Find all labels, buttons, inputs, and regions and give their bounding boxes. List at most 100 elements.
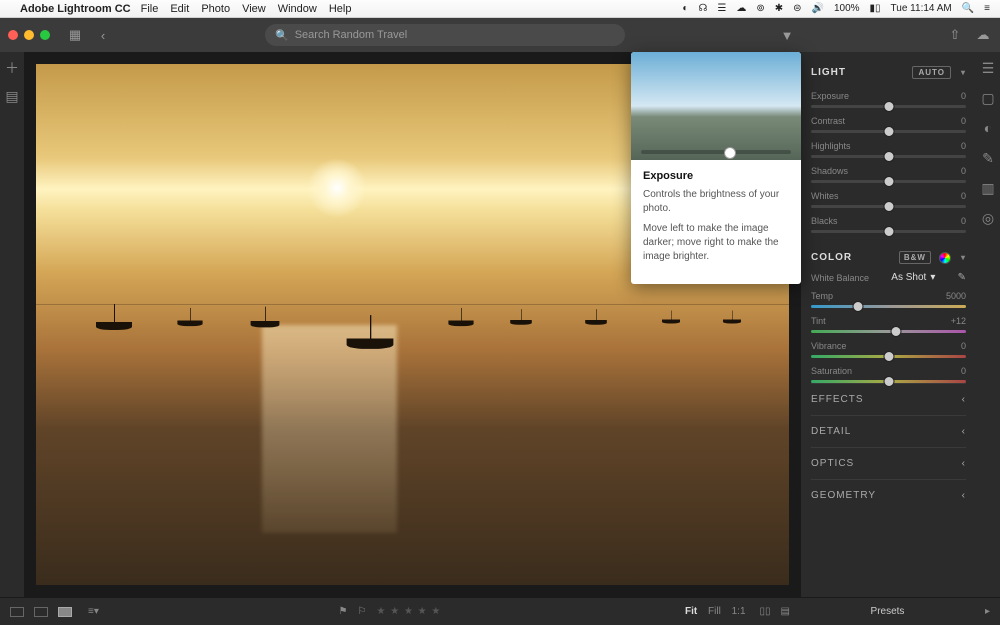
menu-file[interactable]: File xyxy=(141,3,159,15)
menu-view[interactable]: View xyxy=(242,3,266,15)
search-input[interactable]: 🔍 Search Random Travel xyxy=(265,24,625,46)
maximize-window[interactable] xyxy=(40,30,50,40)
notifications-icon[interactable]: ≡ xyxy=(984,3,990,14)
slider-value: +12 xyxy=(951,316,966,326)
eyedropper-icon[interactable]: ✎ xyxy=(958,272,966,283)
minimize-window[interactable] xyxy=(24,30,34,40)
section-optics[interactable]: OPTICS‹ xyxy=(811,447,966,479)
slider-label: Temp xyxy=(811,291,833,301)
section-color[interactable]: COLOR B&W ▾ xyxy=(811,245,966,268)
help-popover: Exposure Controls the brightness of your… xyxy=(631,52,801,284)
photo-canvas[interactable]: Exposure Controls the brightness of your… xyxy=(24,52,801,597)
section-label: COLOR xyxy=(811,252,852,263)
presets-button[interactable]: Presets xyxy=(800,606,975,617)
window-controls[interactable] xyxy=(8,30,50,40)
status-icon: ⊚ xyxy=(756,3,764,14)
light-whites-slider[interactable] xyxy=(811,205,966,208)
brush-icon[interactable]: ✎ xyxy=(980,150,996,166)
crop-icon[interactable]: ▢ xyxy=(980,90,996,106)
section-geometry[interactable]: GEOMETRY‹ xyxy=(811,479,966,511)
bw-toggle[interactable]: B&W xyxy=(899,251,931,264)
color-vibrance-slider[interactable] xyxy=(811,355,966,358)
detail-view-button[interactable] xyxy=(58,607,72,617)
edit-sliders-icon[interactable]: ☰ xyxy=(980,60,996,76)
my-photos-icon[interactable]: ▦ xyxy=(66,26,84,44)
bluetooth-icon: ✱ xyxy=(775,3,783,14)
flag-pick-icon[interactable]: ⚑ xyxy=(339,606,348,617)
zoom-1to1[interactable]: 1:1 xyxy=(732,606,746,617)
slider-label: Highlights xyxy=(811,141,851,151)
section-detail[interactable]: DETAIL‹ xyxy=(811,415,966,447)
grid-icon[interactable]: ▤ xyxy=(4,88,20,104)
close-window[interactable] xyxy=(8,30,18,40)
chevron-left-icon: ‹ xyxy=(962,458,966,469)
light-exposure-slider[interactable] xyxy=(811,105,966,108)
back-icon[interactable]: ‹ xyxy=(94,26,112,44)
heal-icon[interactable]: ◐ xyxy=(980,120,996,136)
chevron-down-icon: ▾ xyxy=(930,272,935,283)
linear-gradient-icon[interactable]: ▥ xyxy=(980,180,996,196)
sort-icon[interactable]: ≡▾ xyxy=(88,606,99,617)
slider-label: Whites xyxy=(811,191,839,201)
chevron-left-icon: ‹ xyxy=(962,426,966,437)
auto-button[interactable]: AUTO xyxy=(912,66,951,79)
wb-select[interactable]: As Shot▾ xyxy=(891,272,935,283)
section-effects[interactable]: EFFECTS‹ xyxy=(811,383,966,415)
app-name[interactable]: Adobe Lightroom CC xyxy=(20,3,131,15)
compare-view-button[interactable] xyxy=(34,607,48,617)
add-photos-icon[interactable]: ＋ xyxy=(4,60,20,76)
chevron-left-icon: ‹ xyxy=(962,394,966,405)
light-contrast-slider[interactable] xyxy=(811,130,966,133)
spotlight-icon[interactable]: 🔍 xyxy=(962,3,974,14)
filmstrip-icon[interactable]: ▯▯ xyxy=(760,606,771,617)
volume-icon: 🔊 xyxy=(812,3,824,14)
section-light[interactable]: LIGHT AUTO ▾ xyxy=(811,60,966,83)
slider-value: 0 xyxy=(961,116,966,126)
slider-value: 5000 xyxy=(946,291,966,301)
grid-view-button[interactable] xyxy=(10,607,24,617)
menu-edit[interactable]: Edit xyxy=(170,3,189,15)
battery-icon: ▮▯ xyxy=(870,3,881,14)
slider-value: 0 xyxy=(961,216,966,226)
rating-stars[interactable]: ★ ★ ★ ★ ★ xyxy=(376,606,441,617)
radial-gradient-icon[interactable]: ◎ xyxy=(980,210,996,226)
section-label: LIGHT xyxy=(811,67,846,78)
slider-value: 0 xyxy=(961,141,966,151)
flag-reject-icon[interactable]: ⚐ xyxy=(357,606,366,617)
mac-menubar: Adobe Lightroom CC File Edit Photo View … xyxy=(0,0,1000,18)
light-blacks-slider[interactable] xyxy=(811,230,966,233)
menu-window[interactable]: Window xyxy=(278,3,317,15)
bottom-bar: ≡▾ ⚑ ⚐ ★ ★ ★ ★ ★ Fit Fill 1:1 ▯▯ ▤ Prese… xyxy=(0,597,1000,625)
slider-value: 0 xyxy=(961,366,966,376)
slider-value: 0 xyxy=(961,91,966,101)
status-icon: ◐ xyxy=(682,3,688,14)
slider-label: Shadows xyxy=(811,166,848,176)
status-icon: ☰ xyxy=(717,3,726,14)
search-icon: 🔍 xyxy=(275,29,289,42)
color-saturation-slider[interactable] xyxy=(811,380,966,383)
slider-label: Tint xyxy=(811,316,826,326)
slider-label: Saturation xyxy=(811,366,852,376)
menu-photo[interactable]: Photo xyxy=(201,3,230,15)
chevron-down-icon: ▾ xyxy=(961,68,966,77)
slider-value: 0 xyxy=(961,191,966,201)
color-mixer-icon[interactable] xyxy=(939,252,951,264)
popover-slider[interactable] xyxy=(641,150,791,154)
popover-preview xyxy=(631,52,801,160)
zoom-fit[interactable]: Fit xyxy=(685,606,697,617)
slider-value: 0 xyxy=(961,166,966,176)
slider-label: Exposure xyxy=(811,91,849,101)
menu-help[interactable]: Help xyxy=(329,3,352,15)
light-shadows-slider[interactable] xyxy=(811,180,966,183)
info-icon[interactable]: ▤ xyxy=(781,606,790,617)
share-icon[interactable]: ⇧ xyxy=(946,26,964,44)
color-temp-slider[interactable] xyxy=(811,305,966,308)
slider-label: Vibrance xyxy=(811,341,846,351)
panel-collapse-icon[interactable]: ▸ xyxy=(985,606,990,617)
light-highlights-slider[interactable] xyxy=(811,155,966,158)
filter-icon[interactable]: ▼ xyxy=(778,26,796,44)
zoom-fill[interactable]: Fill xyxy=(708,606,721,617)
color-tint-slider[interactable] xyxy=(811,330,966,333)
status-icon: ☁ xyxy=(736,3,746,14)
cloud-icon[interactable]: ☁ xyxy=(974,26,992,44)
